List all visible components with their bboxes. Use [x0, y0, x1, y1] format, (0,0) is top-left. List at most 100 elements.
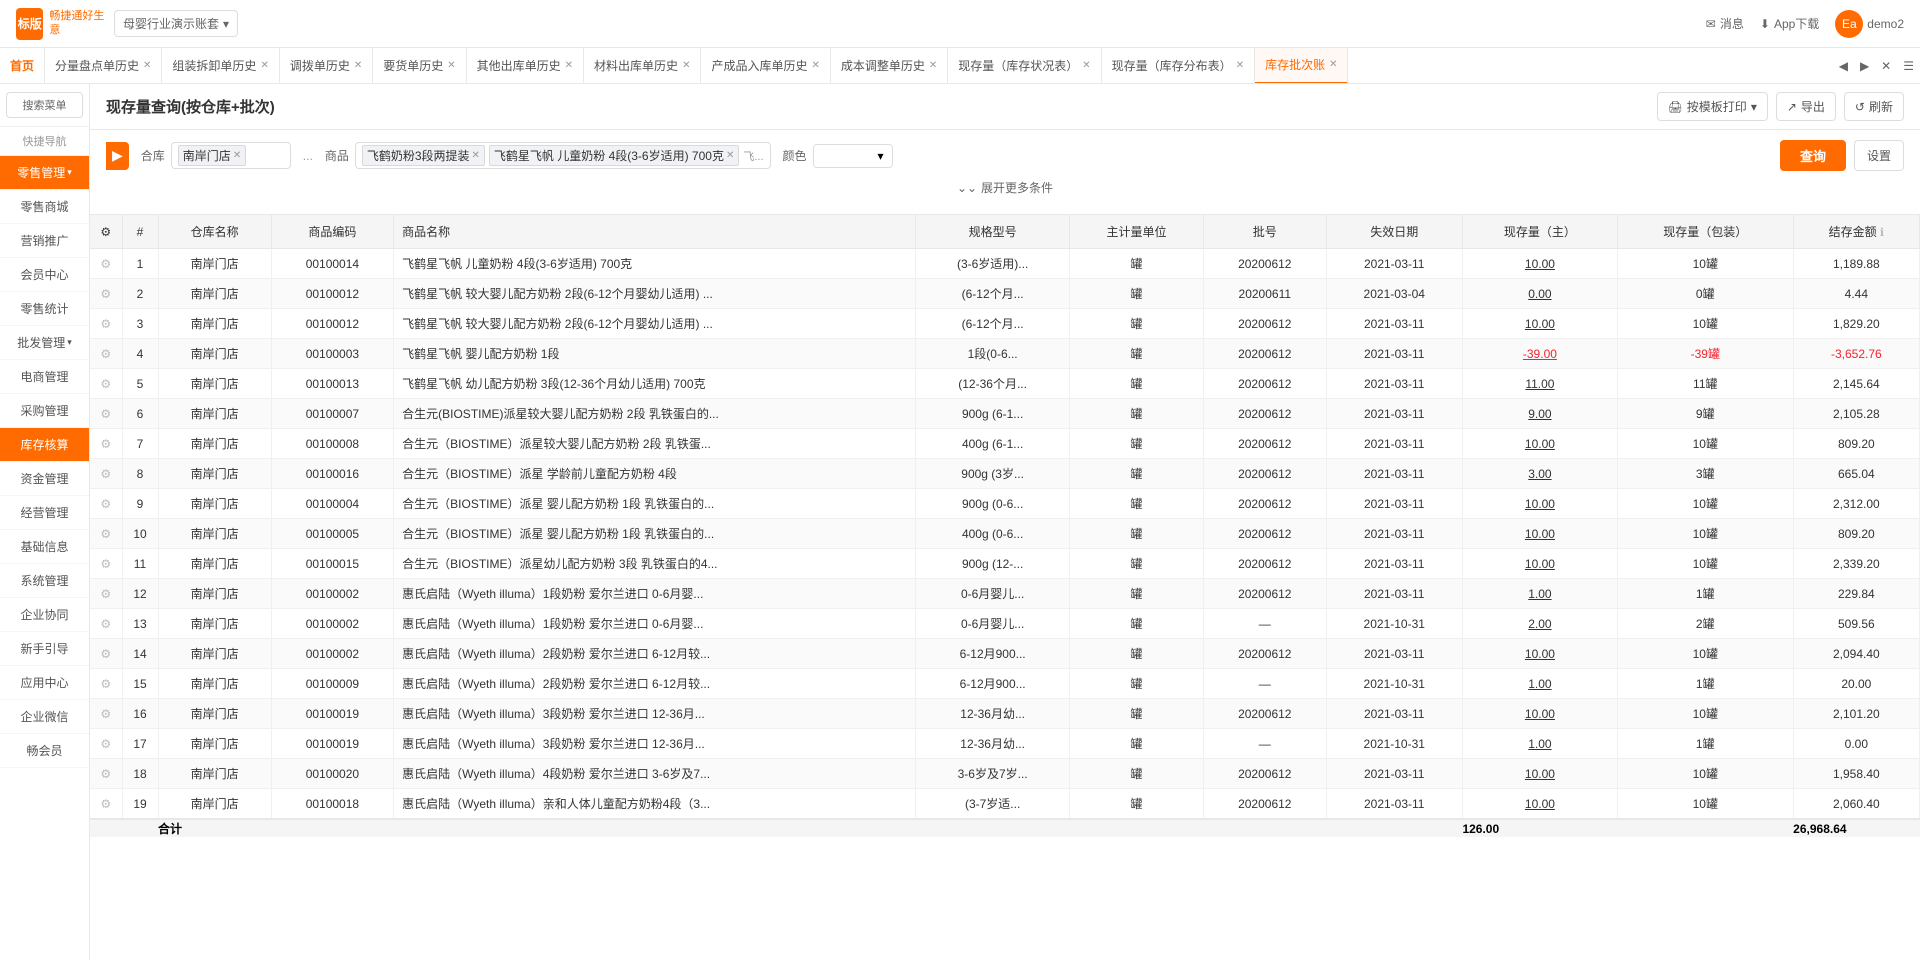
sidebar-item-enterprise[interactable]: 企业协同 — [0, 598, 89, 632]
row-qty-main[interactable]: 10.00 — [1462, 489, 1617, 519]
footer-amount-total: 26,968.64 — [1793, 819, 1919, 837]
search-menu-btn[interactable]: 搜索菜单 — [6, 92, 83, 118]
sidebar-item-purchase[interactable]: 采购管理 — [0, 394, 89, 428]
tab-4[interactable]: 要货单历史 ✕ — [373, 48, 466, 84]
row-gear: ⚙ — [90, 459, 122, 489]
user-avatar-text: Ea — [1842, 17, 1857, 31]
tab-close-all-btn[interactable]: ✕ — [1875, 48, 1897, 84]
row-qty-main[interactable]: 10.00 — [1462, 699, 1617, 729]
sidebar-item-newbie[interactable]: 新手引导 — [0, 632, 89, 666]
row-qty-main[interactable]: 10.00 — [1462, 789, 1617, 820]
row-batch: 20200612 — [1204, 579, 1327, 609]
app-download-btn[interactable]: ⬇ App下载 — [1760, 15, 1819, 32]
user-area[interactable]: Ea demo2 — [1835, 10, 1904, 38]
row-num: 4 — [122, 339, 158, 369]
row-qty-main[interactable]: 10.00 — [1462, 429, 1617, 459]
row-qty-main[interactable]: 10.00 — [1462, 549, 1617, 579]
row-qty-main[interactable]: 10.00 — [1462, 759, 1617, 789]
tab-2-close[interactable]: ✕ — [260, 60, 268, 71]
tab-1-close[interactable]: ✕ — [143, 60, 151, 71]
tab-11[interactable]: 库存批次账 ✕ — [1255, 48, 1348, 84]
sidebar-item-retail-mgmt[interactable]: 零售管理 ▾ — [0, 156, 89, 190]
product-tag-0-close[interactable]: ✕ — [472, 150, 480, 161]
tab-5-close[interactable]: ✕ — [565, 60, 573, 71]
tab-7-close[interactable]: ✕ — [811, 60, 819, 71]
row-qty-main[interactable]: 10.00 — [1462, 309, 1617, 339]
sidebar-item-system[interactable]: 系统管理 — [0, 564, 89, 598]
sidebar-item-member[interactable]: 会员中心 — [0, 258, 89, 292]
tab-8[interactable]: 成本调整单历史 ✕ — [831, 48, 948, 84]
tab-3[interactable]: 调拨单历史 ✕ — [280, 48, 373, 84]
sidebar-item-wholesale[interactable]: 批发管理 ▾ — [0, 326, 89, 360]
expand-more-btn[interactable]: ⌄⌄ 展开更多条件 — [949, 175, 1061, 200]
tab-10-close[interactable]: ✕ — [1236, 60, 1244, 71]
product-tag-1-close[interactable]: ✕ — [726, 150, 734, 161]
export-btn[interactable]: ↗ 导出 — [1776, 92, 1836, 121]
tab-2[interactable]: 组装拆卸单历史 ✕ — [162, 48, 279, 84]
row-qty-pack: 10罐 — [1617, 699, 1793, 729]
tab-9-close[interactable]: ✕ — [1082, 60, 1090, 71]
sidebar-item-wechat[interactable]: 企业微信 — [0, 700, 89, 734]
sidebar-item-marketing[interactable]: 营销推广 — [0, 224, 89, 258]
tab-3-close[interactable]: ✕ — [354, 60, 362, 71]
template-print-btn[interactable]: 🖨 按模板打印 ▾ — [1657, 92, 1768, 121]
row-qty-main[interactable]: 1.00 — [1462, 669, 1617, 699]
color-select[interactable]: ▾ — [813, 144, 893, 168]
row-qty-main[interactable]: 9.00 — [1462, 399, 1617, 429]
amount-info-icon[interactable]: ℹ — [1880, 227, 1884, 239]
tab-4-close[interactable]: ✕ — [447, 60, 455, 71]
row-qty-main[interactable]: 3.00 — [1462, 459, 1617, 489]
row-qty-main[interactable]: 1.00 — [1462, 729, 1617, 759]
row-unit: 罐 — [1070, 399, 1204, 429]
filter-expand-arrow[interactable]: ▶ — [106, 142, 129, 170]
warehouse-tag-close[interactable]: ✕ — [233, 150, 241, 161]
message-btn[interactable]: ✉ 消息 — [1706, 15, 1744, 32]
sidebar-item-finance[interactable]: 资金管理 — [0, 462, 89, 496]
warehouse-more[interactable]: ... — [303, 149, 313, 163]
row-qty-main[interactable]: 10.00 — [1462, 519, 1617, 549]
tab-9[interactable]: 现存量（库存状况表） ✕ — [948, 48, 1101, 84]
download-icon: ⬇ — [1760, 17, 1770, 31]
template-print-label: 按模板打印 — [1687, 98, 1747, 115]
tab-menu-btn[interactable]: ☰ — [1897, 48, 1920, 84]
row-name: 惠氏启陆（Wyeth illuma）1段奶粉 爱尔兰进口 0-6月婴... — [394, 609, 916, 639]
sidebar-item-vip[interactable]: 畅会员 — [0, 734, 89, 768]
tab-11-close[interactable]: ✕ — [1329, 59, 1337, 70]
row-expire: 2021-03-11 — [1326, 399, 1462, 429]
sidebar-item-operations[interactable]: 经营管理 — [0, 496, 89, 530]
row-qty-main[interactable]: 2.00 — [1462, 609, 1617, 639]
tab-7[interactable]: 产成品入库单历史 ✕ — [701, 48, 830, 84]
industry-select[interactable]: 母婴行业演示账套 ▾ — [114, 10, 238, 37]
row-qty-main[interactable]: -39.00 — [1462, 339, 1617, 369]
row-qty-main[interactable]: 10.00 — [1462, 249, 1617, 279]
settings-btn[interactable]: 设置 — [1854, 140, 1904, 171]
sidebar-item-ecommerce[interactable]: 电商管理 — [0, 360, 89, 394]
tab-8-close[interactable]: ✕ — [929, 60, 937, 71]
sidebar-item-inventory[interactable]: 库存核算 — [0, 428, 89, 462]
tab-next-btn[interactable]: ▶ — [1854, 48, 1875, 84]
tab-8-label: 成本调整单历史 — [841, 57, 925, 74]
row-spec: 12-36月幼... — [916, 729, 1070, 759]
row-qty-main[interactable]: 11.00 — [1462, 369, 1617, 399]
refresh-btn[interactable]: ↺ 刷新 — [1844, 92, 1904, 121]
row-code: 00100019 — [271, 699, 394, 729]
sidebar-item-retail-stats[interactable]: 零售统计 — [0, 292, 89, 326]
search-btn[interactable]: 查询 — [1780, 140, 1846, 171]
warehouse-tag-container[interactable]: 南岸门店 ✕ — [171, 142, 291, 169]
row-qty-main[interactable]: 10.00 — [1462, 639, 1617, 669]
row-qty-pack: 9罐 — [1617, 399, 1793, 429]
tab-prev-btn[interactable]: ◀ — [1833, 48, 1854, 84]
row-qty-main[interactable]: 0.00 — [1462, 279, 1617, 309]
tab-6[interactable]: 材料出库单历史 ✕ — [584, 48, 701, 84]
tab-home[interactable]: 首页 — [0, 48, 45, 84]
tab-6-close[interactable]: ✕ — [682, 60, 690, 71]
sidebar-item-basic-info[interactable]: 基础信息 — [0, 530, 89, 564]
row-amount: 2,312.00 — [1793, 489, 1919, 519]
tab-1[interactable]: 分量盘点单历史 ✕ — [45, 48, 162, 84]
sidebar-item-retail-mall[interactable]: 零售商城 — [0, 190, 89, 224]
tab-5[interactable]: 其他出库单历史 ✕ — [467, 48, 584, 84]
product-tag-container[interactable]: 飞鹤奶粉3段两提装 ✕ 飞鹤星飞帆 儿童奶粉 4段(3-6岁适用) 700克 ✕… — [355, 142, 771, 169]
row-qty-main[interactable]: 1.00 — [1462, 579, 1617, 609]
sidebar-item-app-center[interactable]: 应用中心 — [0, 666, 89, 700]
tab-10[interactable]: 现存量（库存分布表） ✕ — [1102, 48, 1255, 84]
